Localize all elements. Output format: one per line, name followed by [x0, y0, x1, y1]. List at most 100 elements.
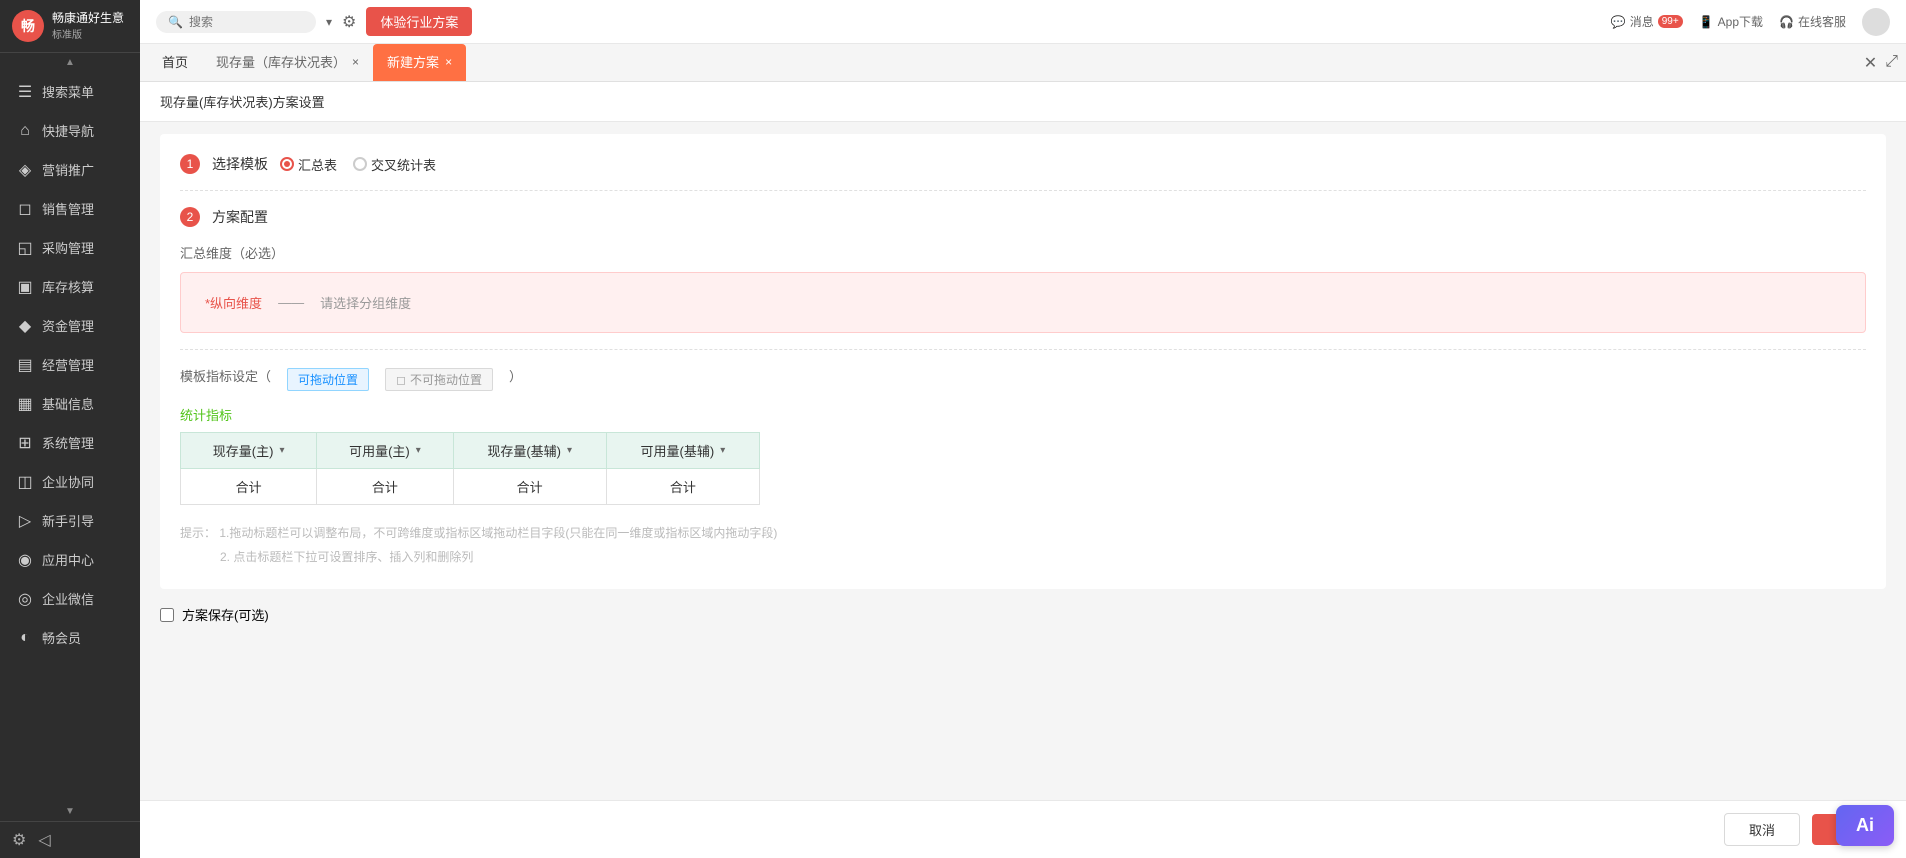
sidebar-item-label: 快捷导航 [42, 121, 94, 140]
sidebar-item-finance[interactable]: ◆ 资金管理 [0, 306, 140, 345]
tab-inventory[interactable]: 现存量（库存状况表） × [202, 44, 373, 81]
finance-icon: ◆ [16, 317, 34, 335]
sidebar-scroll-down[interactable]: ▼ [0, 802, 140, 821]
sidebar-item-inventory[interactable]: ▣ 库存核算 [0, 267, 140, 306]
sidebar-bottom: ⚙ ◁ [0, 821, 140, 858]
sidebar-item-label: 经营管理 [42, 355, 94, 374]
fixed-badge-label: 不可拖动位置 [410, 371, 482, 388]
chevron-down-icon-2[interactable]: ▾ [567, 445, 572, 456]
expand-window-icon[interactable]: ⤢ [1885, 53, 1898, 73]
message-badge: 99+ [1658, 15, 1683, 28]
tab-new-scheme[interactable]: 新建方案 × [373, 44, 466, 81]
message-btn[interactable]: 💬 消息 99+ [1611, 13, 1683, 30]
ai-label: Ai [1856, 815, 1874, 835]
sidebar-item-label: 库存核算 [42, 277, 94, 296]
cancel-button[interactable]: 取消 [1724, 813, 1800, 846]
chevron-down-icon-1[interactable]: ▾ [416, 445, 421, 456]
gear-icon[interactable]: ⚙ [342, 12, 356, 32]
col-header-1[interactable]: 可用量(主) ▾ [317, 433, 453, 469]
search-box[interactable]: 🔍 [156, 11, 316, 33]
col-header-3[interactable]: 可用量(基辅) ▾ [606, 433, 759, 469]
step2-row: 2 方案配置 [180, 207, 1866, 227]
tab-home-label: 首页 [162, 52, 188, 71]
col-label-1: 可用量(主) [349, 441, 410, 460]
topbar: 🔍 ▾ ⚙ 体验行业方案 💬 消息 99+ 📱 App下载 🎧 在线客服 [140, 0, 1906, 44]
app-version: 标准版 [52, 26, 124, 41]
close-window-icon[interactable]: ✕ [1864, 53, 1877, 73]
sidebar-item-sales[interactable]: ◻ 销售管理 [0, 189, 140, 228]
content-area: 现存量(库存状况表)方案设置 1 选择模板 汇总表 交叉统计表 [140, 82, 1906, 800]
inventory-icon: ▣ [16, 278, 34, 296]
dimension-required-field[interactable]: *纵向维度 —— 请选择分组维度 [180, 272, 1866, 333]
app-name: 畅康通好生意 [52, 11, 124, 27]
step1-title: 选择模板 [212, 154, 268, 174]
cell-3: 合计 [606, 469, 759, 505]
section-divider-2 [180, 349, 1866, 350]
sidebar-item-system[interactable]: ⊞ 系统管理 [0, 423, 140, 462]
sidebar-item-label: 采购管理 [42, 238, 94, 257]
home-icon: ⌂ [16, 122, 34, 140]
message-icon: 💬 [1611, 15, 1626, 29]
sidebar-item-marketing[interactable]: ◈ 营销推广 [0, 150, 140, 189]
wechat-icon: ◎ [16, 590, 34, 608]
sidebar-item-management[interactable]: ▤ 经营管理 [0, 345, 140, 384]
tab-bar: 首页 现存量（库存状况表） × 新建方案 × ✕ ⤢ [140, 44, 1906, 82]
ai-button[interactable]: Ai [1836, 805, 1894, 846]
collapse-icon[interactable]: ◁ [38, 830, 50, 850]
user-avatar[interactable] [1862, 8, 1890, 36]
sidebar-item-member[interactable]: ◐ 畅会员 [0, 618, 140, 657]
sidebar-nav: ☰ 搜索菜单 ⌂ 快捷导航 ◈ 营销推广 ◻ 销售管理 ◱ 采购管理 ▣ 库存核… [0, 72, 140, 802]
dropdown-icon[interactable]: ▾ [326, 15, 332, 29]
app-download-btn[interactable]: 📱 App下载 [1699, 13, 1763, 30]
search-input[interactable] [189, 15, 304, 29]
app-center-icon: ◉ [16, 551, 34, 569]
sidebar-item-label: 系统管理 [42, 433, 94, 452]
step2-title: 方案配置 [212, 207, 268, 227]
industry-btn[interactable]: 体验行业方案 [366, 7, 472, 36]
sidebar-item-label: 搜索菜单 [42, 82, 94, 101]
tips-header: 提示： 1.拖动标题栏可以调整布局，不可跨维度或指标区域拖动栏目字段(只能在同一… [180, 521, 1866, 545]
save-checkbox[interactable] [160, 608, 174, 622]
tab-new-scheme-close[interactable]: × [445, 55, 452, 69]
sidebar-item-wechat[interactable]: ◎ 企业微信 [0, 579, 140, 618]
col-header-2[interactable]: 现存量(基辅) ▾ [453, 433, 606, 469]
sidebar-item-purchase[interactable]: ◱ 采购管理 [0, 228, 140, 267]
sidebar-item-label: 营销推广 [42, 160, 94, 179]
sidebar-item-basic-info[interactable]: ▦ 基础信息 [0, 384, 140, 423]
sidebar-item-new-guide[interactable]: ▷ 新手引导 [0, 501, 140, 540]
section-divider-1 [180, 190, 1866, 191]
sidebar-item-cooperation[interactable]: ◫ 企业协同 [0, 462, 140, 501]
radio-summary[interactable]: 汇总表 [280, 155, 337, 174]
sidebar-item-app-center[interactable]: ◉ 应用中心 [0, 540, 140, 579]
sidebar-scroll-up[interactable]: ▲ [0, 53, 140, 72]
chevron-down-icon-3[interactable]: ▾ [720, 445, 725, 456]
radio-summary-label: 汇总表 [298, 155, 337, 174]
indicator-label-end: ） [509, 366, 522, 385]
sidebar-item-label: 资金管理 [42, 316, 94, 335]
cooperation-icon: ◫ [16, 473, 34, 491]
radio-crosstab-dot [353, 157, 367, 171]
sidebar-item-label: 企业协同 [42, 472, 94, 491]
sidebar-item-quick-nav[interactable]: ⌂ 快捷导航 [0, 111, 140, 150]
tab-inventory-label: 现存量（库存状况表） [216, 52, 346, 71]
stats-table: 现存量(主) ▾ 可用量(主) ▾ 现存量(基辅 [180, 432, 760, 505]
tab-home[interactable]: 首页 [148, 44, 202, 81]
online-service-btn[interactable]: 🎧 在线客服 [1779, 13, 1846, 30]
sidebar: 畅 畅康通好生意 标准版 ▲ ☰ 搜索菜单 ⌂ 快捷导航 ◈ 营销推广 ◻ 销售… [0, 0, 140, 858]
col-header-0[interactable]: 现存量(主) ▾ [181, 433, 317, 469]
sidebar-item-search[interactable]: ☰ 搜索菜单 [0, 72, 140, 111]
gift-icon: ◈ [16, 161, 34, 179]
step2-badge: 2 [180, 207, 200, 227]
save-label: 方案保存(可选) [182, 605, 269, 624]
sidebar-item-label: 畅会员 [42, 628, 81, 647]
table-row: 合计 合计 合计 合计 [181, 469, 760, 505]
system-icon: ⊞ [16, 434, 34, 452]
col-label-3: 可用量(基辅) [641, 441, 715, 460]
chevron-down-icon-0[interactable]: ▾ [279, 445, 284, 456]
sidebar-item-label: 销售管理 [42, 199, 94, 218]
radio-crosstab[interactable]: 交叉统计表 [353, 155, 436, 174]
settings-icon[interactable]: ⚙ [12, 830, 26, 850]
guide-icon: ▷ [16, 512, 34, 530]
tab-inventory-close[interactable]: × [352, 55, 359, 69]
app-label: App下载 [1718, 13, 1763, 30]
